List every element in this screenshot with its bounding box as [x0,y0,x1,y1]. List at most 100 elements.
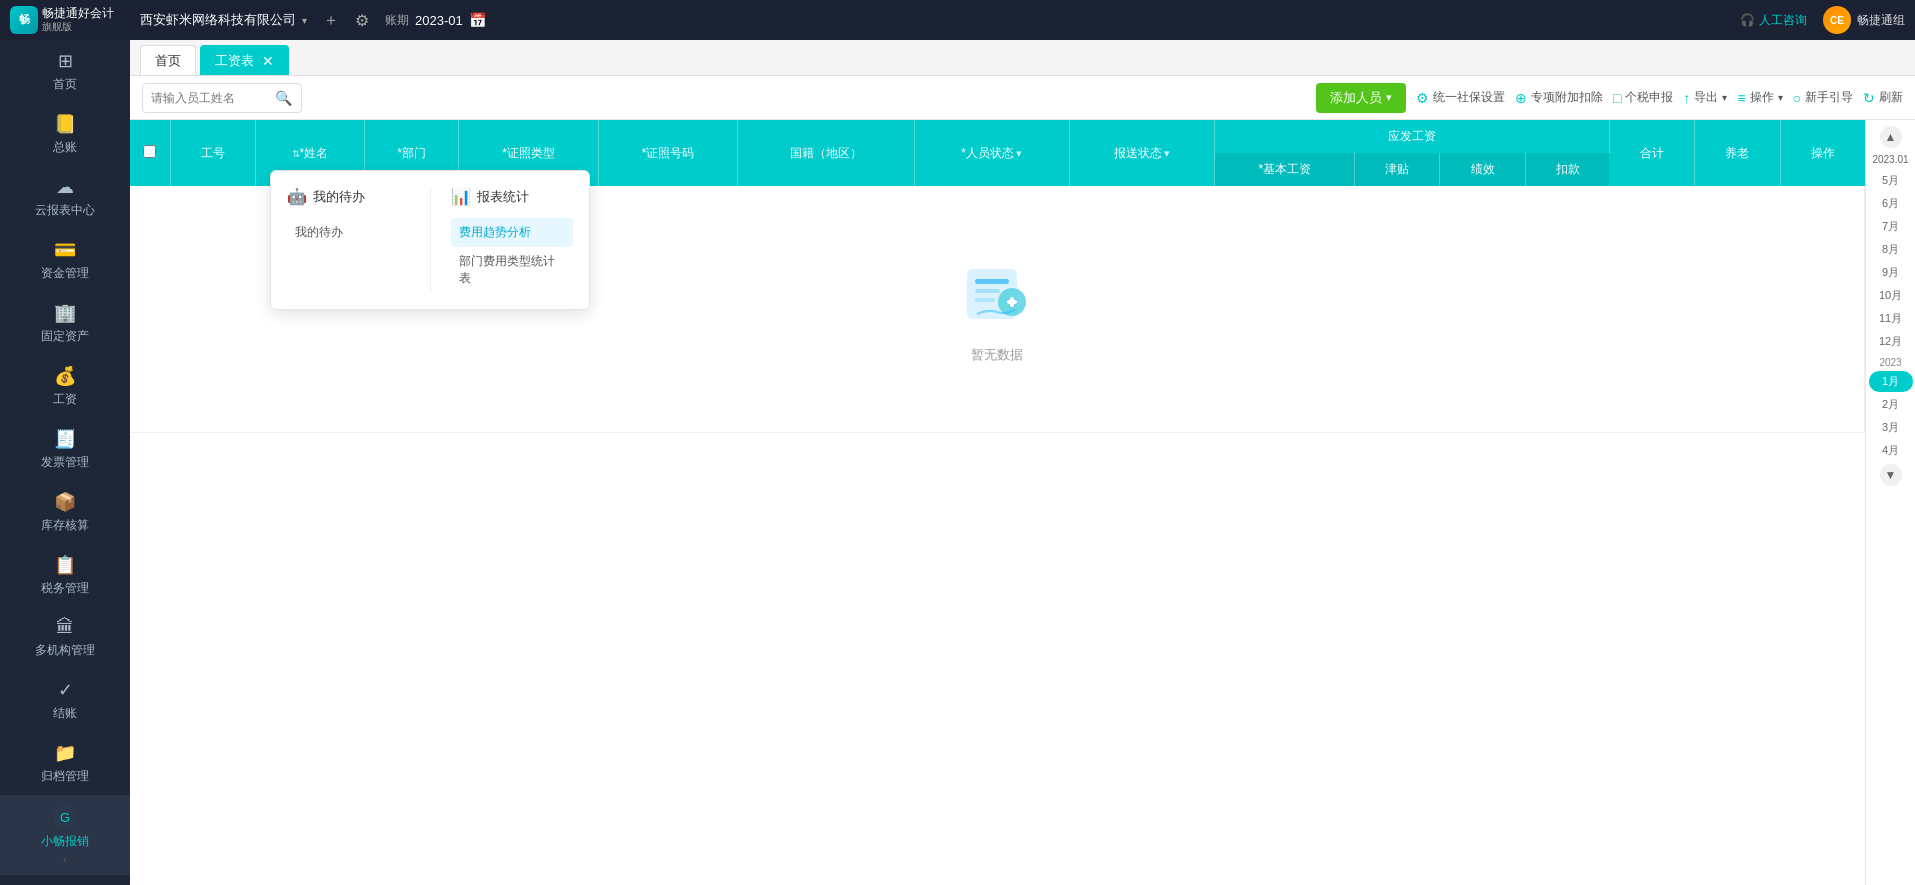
operations-arrow-icon: ▾ [1778,92,1783,103]
settings-icon[interactable]: ⚙ [355,11,369,30]
add-icon[interactable]: ＋ [323,10,339,31]
th-actions: 操作 [1780,120,1864,186]
company-area[interactable]: 西安虾米网络科技有限公司 ▾ [140,11,307,29]
timeline-month-12[interactable]: 12月 [1869,331,1913,352]
add-person-button[interactable]: 添加人员 ▾ [1316,83,1406,113]
th-nationality: 国籍（地区） [738,120,914,186]
right-timeline: ▲ 2023.01 5月 6月 7月 8月 9月 10月 11月 12月 202… [1865,120,1915,885]
empty-icon [957,254,1037,334]
fund-icon: 💳 [54,239,76,261]
timeline-month-4[interactable]: 4月 [1869,440,1913,461]
guide-action[interactable]: ○ 新手引导 [1793,89,1853,106]
sidebar-item-archive[interactable]: 📁 归档管理 [0,732,130,795]
search-input[interactable] [151,91,271,105]
tab-salary[interactable]: 工资表 ✕ [200,45,289,75]
timeline-month-10[interactable]: 10月 [1869,285,1913,306]
toolbar-right: 添加人员 ▾ ⚙ 统一社保设置 ⊕ 专项附加扣除 □ 个税申报 ↑ 导出 [1316,83,1903,113]
tab-bar: 首页 工资表 ✕ [130,40,1915,76]
company-dropdown-icon[interactable]: ▾ [302,15,307,26]
timeline-down-btn[interactable]: ▼ [1880,464,1902,486]
timeline-month-7[interactable]: 7月 [1869,216,1913,237]
sidebar-item-multi-org[interactable]: 🏛 多机构管理 [0,607,130,669]
sidebar-item-cloud-report[interactable]: ☁ 云报表中心 [0,166,130,229]
tab-close-icon[interactable]: ✕ [262,53,274,69]
user-area[interactable]: CE 畅捷通组 [1823,6,1905,34]
sidebar-label-fixed: 固定资产 [41,328,89,345]
sidebar-item-invoice[interactable]: 🧾 发票管理 [0,418,130,481]
social-security-action[interactable]: ⚙ 统一社保设置 [1416,89,1505,106]
operations-action[interactable]: ≡ 操作 ▾ [1737,89,1782,106]
sidebar-item-basic[interactable]: ⚙ 基础设置 [0,875,130,885]
tax-declare-action[interactable]: □ 个税申报 [1613,89,1673,106]
refresh-label: 刷新 [1879,89,1903,106]
timeline-month-5[interactable]: 5月 [1869,170,1913,191]
timeline-month-9[interactable]: 9月 [1869,262,1913,283]
th-total: 合计 [1609,120,1694,186]
sidebar-item-fund[interactable]: 💳 资金管理 [0,229,130,292]
popup-col2-title: 报表统计 [477,188,529,206]
sidebar-item-settlement[interactable]: ✓ 结账 [0,669,130,732]
social-security-icon: ⚙ [1416,90,1429,106]
logo-title: 畅捷通好会计 [42,6,114,20]
popup-item-dept-stat[interactable]: 部门费用类型统计表 [451,247,574,293]
sidebar-item-inventory[interactable]: 📦 库存核算 [0,481,130,544]
my-todo-label: 我的待办 [295,225,343,239]
logo-sub: 旗舰版 [42,20,114,34]
timeline-month-6[interactable]: 6月 [1869,193,1913,214]
ledger-icon: 📒 [54,113,76,135]
refresh-action[interactable]: ↻ 刷新 [1863,89,1903,106]
service-button[interactable]: 🎧 人工咨询 [1740,12,1807,29]
special-deduct-label: 专项附加扣除 [1531,89,1603,106]
inventory-icon: 📦 [54,491,76,513]
th-employee-id: 工号 [170,120,255,186]
th-status: *人员状态▾ [914,120,1069,186]
tax-declare-label: 个税申报 [1625,89,1673,106]
th-pension: 养老 [1695,120,1780,186]
service-label: 人工咨询 [1759,12,1807,29]
th-deduction: 扣款 [1525,153,1609,186]
popup-item-trend[interactable]: 费用趋势分析 [451,218,574,247]
tab-home[interactable]: 首页 [140,45,196,75]
report-filter-icon[interactable]: ▾ [1164,147,1170,159]
empty-text: 暂无数据 [971,346,1023,364]
search-icon[interactable]: 🔍 [275,90,292,106]
social-security-label: 统一社保设置 [1433,89,1505,106]
user-avatar: CE [1823,6,1851,34]
home-icon: ⊞ [58,50,73,72]
export-arrow-icon: ▾ [1722,92,1727,103]
select-all-checkbox[interactable] [143,145,156,158]
popup-item-my-todo[interactable]: 我的待办 [287,218,410,247]
sidebar-item-salary[interactable]: 💰 工资 [0,355,130,418]
sidebar-item-ledger[interactable]: 📒 总账 [0,103,130,166]
sidebar-item-tax[interactable]: 📋 税务管理 [0,544,130,607]
sidebar-item-home[interactable]: ⊞ 首页 [0,40,130,103]
timeline-month-3[interactable]: 3月 [1869,417,1913,438]
sidebar-item-fixed-asset[interactable]: 🏢 固定资产 [0,292,130,355]
timeline-month-1[interactable]: 1月 [1869,371,1913,392]
timeline-month-8[interactable]: 8月 [1869,239,1913,260]
sidebar-label-inventory: 库存核算 [41,517,89,534]
todo-popup-icon: 🤖 [287,187,307,206]
calendar-icon[interactable]: 📅 [469,12,486,28]
sidebar-label-ledger: 总账 [53,139,77,156]
xiaochang-icon: G [53,805,77,829]
sidebar-item-xiaochang[interactable]: G 小畅报销 ‹ [0,795,130,875]
operations-label: 操作 [1750,89,1774,106]
timeline-up-btn[interactable]: ▲ [1880,126,1902,148]
timeline-month-2[interactable]: 2月 [1869,394,1913,415]
company-name: 西安虾米网络科技有限公司 [140,11,296,29]
trend-label: 费用趋势分析 [459,225,531,239]
export-action[interactable]: ↑ 导出 ▾ [1683,89,1727,106]
th-id-num: *证照号码 [598,120,738,186]
svg-rect-1 [975,279,1009,284]
add-btn-label: 添加人员 [1330,89,1382,107]
th-allowance: 津贴 [1355,153,1440,186]
popup-col1-title: 我的待办 [313,188,365,206]
sidebar-label-cloud: 云报表中心 [35,202,95,219]
multi-org-icon: 🏛 [56,617,74,638]
special-deduct-action[interactable]: ⊕ 专项附加扣除 [1515,89,1603,106]
dept-stat-label: 部门费用类型统计表 [459,254,555,285]
status-filter-icon[interactable]: ▾ [1016,147,1022,159]
timeline-month-11[interactable]: 11月 [1869,308,1913,329]
header-right: 🎧 人工咨询 CE 畅捷通组 [1740,6,1905,34]
